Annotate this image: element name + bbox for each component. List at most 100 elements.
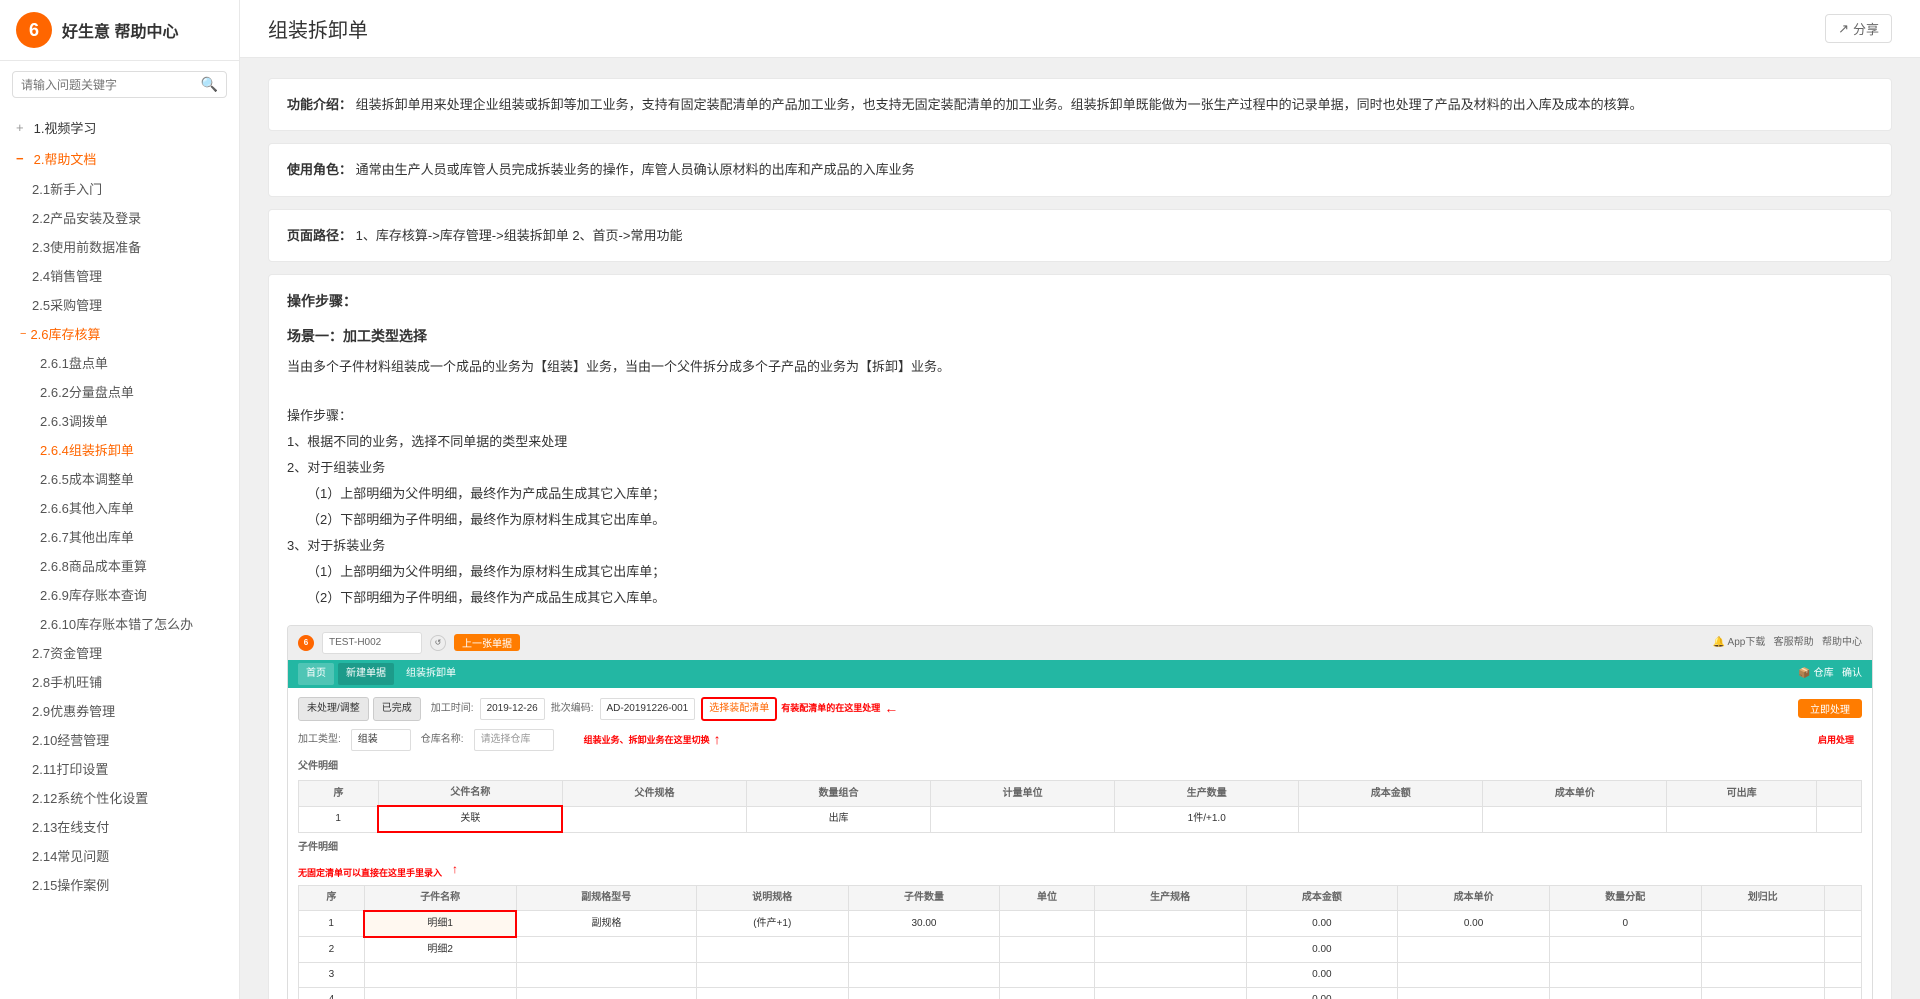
sidebar-item-stock-error[interactable]: 2.6.10库存账本错了怎么办 xyxy=(0,609,239,638)
mock-tab-done[interactable]: 已完成 xyxy=(373,697,421,721)
sidebar-header: 6 好生意 帮助中心 xyxy=(0,0,239,61)
mock-cth-name: 子件名称 xyxy=(364,885,516,911)
path-block: 页面路径： 1、库存核算->库存管理->组装拆卸单 2、首页->常用功能 xyxy=(268,209,1892,262)
sidebar-item-personalize[interactable]: 2.12系统个性化设置 xyxy=(0,783,239,812)
mock-url-bar: TEST-H002 xyxy=(322,632,422,654)
sidebar-item-sales[interactable]: 2.4销售管理 xyxy=(0,261,239,290)
mock-warehouse-input[interactable]: 请选择仓库 xyxy=(474,729,554,751)
annotation-2: 组装业务、拆卸业务在这里切换 xyxy=(584,732,710,748)
mock-cth-unit: 单位 xyxy=(1000,885,1094,911)
arrow-icon-4: ↑ xyxy=(452,859,458,881)
sidebar-item-coupon[interactable]: 2.9优惠券管理 xyxy=(0,696,239,725)
sidebar-item-cost-recalc[interactable]: 2.6.8商品成本重算 xyxy=(0,551,239,580)
mock-child-table-label: 子件明细 xyxy=(298,839,1862,857)
sidebar-item-adjust[interactable]: 2.6.3调拨单 xyxy=(0,406,239,435)
mock-tab-unprocessed[interactable]: 未处理/调整 xyxy=(298,697,369,721)
mock-cth-alloc: 数量分配 xyxy=(1549,885,1701,911)
mock-parent-row-1: 1 关联 出库 1件/+1.0 xyxy=(299,806,1862,832)
sidebar-item-help[interactable]: 2.帮助文档 xyxy=(0,143,239,174)
sidebar-item-other-in[interactable]: 2.6.6其他入库单 xyxy=(0,493,239,522)
mock-batch-input[interactable]: AD-20191226-001 xyxy=(600,698,696,720)
page-title: 组装拆卸单 xyxy=(268,14,368,43)
step2-2-text: （2）下部明细为子件明细，最终作为原材料生成其它出库单。 xyxy=(287,507,1873,533)
sidebar-item-other-out[interactable]: 2.6.7其他出库单 xyxy=(0,522,239,551)
content-area: 功能介绍： 组装拆卸单用来处理企业组装或拆卸等加工业务，支持有固定装配清单的产品… xyxy=(240,58,1920,999)
sidebar-item-assembly[interactable]: 2.6.4组装拆卸单 xyxy=(0,435,239,464)
sidebar-item-purchase[interactable]: 2.5采购管理 xyxy=(0,290,239,319)
step2-text: 2、对于组装业务 xyxy=(287,455,1873,481)
mock-td-avail xyxy=(1667,806,1816,832)
sidebar-item-mobile[interactable]: 2.8手机旺铺 xyxy=(0,667,239,696)
sidebar-item-cost-adjust[interactable]: 2.6.5成本调整单 xyxy=(0,464,239,493)
steps-block: 操作步骤： 场景一：加工类型选择 当由多个子件材料组装成一个成品的业务为【组装】… xyxy=(268,274,1892,999)
mock-nav-home[interactable]: 首页 xyxy=(298,663,334,685)
mock-prev-btn[interactable]: 上一张单据 xyxy=(454,634,520,651)
annotation-1: 有装配清单的在这里处理 xyxy=(781,700,880,716)
sidebar-item-stock-query[interactable]: 2.6.9库存账本查询 xyxy=(0,580,239,609)
mock-child-table: 序 子件名称 副规格型号 说明规格 子件数量 单位 生产规格 成本金额 成本单价 xyxy=(298,885,1862,999)
sidebar-item-video[interactable]: 1.视频学习 xyxy=(0,112,239,143)
sidebar-item-cases[interactable]: 2.15操作案例 xyxy=(0,870,239,899)
sidebar-item-finance[interactable]: 2.7资金管理 xyxy=(0,638,239,667)
mock-type-input[interactable]: 组装 xyxy=(351,729,411,751)
mock-parent-table-label: 父件明细 xyxy=(298,758,1862,776)
mock-child-row-1: 1 明细1 副规格 (件产+1) 30.00 0.00 0.00 0 xyxy=(299,911,1862,937)
sidebar-item-inventory-label: 2.6库存核算 xyxy=(30,324,100,343)
steps-label: 操作步骤： xyxy=(287,289,1873,314)
scenario1-desc: 当由多个子件材料组装成一个成品的业务为【组装】业务，当由一个父件拆分成多个子产品… xyxy=(287,354,1873,380)
mock-cth-no: 序 xyxy=(299,885,365,911)
mock-td-related[interactable]: 关联 xyxy=(378,806,562,832)
mock-cth-ops xyxy=(1824,885,1861,911)
search-icon[interactable]: 🔍 xyxy=(201,76,218,93)
share-icon: ↗ xyxy=(1838,21,1849,37)
mock-nav-new[interactable]: 新建单据 xyxy=(338,663,394,685)
search-input[interactable] xyxy=(21,78,201,92)
role-text: 通常由生产人员或库管人员完成拆装业务的操作，库管人员确认原材料的出库和产成品的入… xyxy=(356,162,915,177)
mock-ctd-name-1[interactable]: 明细1 xyxy=(364,911,516,937)
mock-td-cost-p xyxy=(1483,806,1667,832)
mock-refresh-icon[interactable]: ↺ xyxy=(430,635,446,651)
step3-text: 3、对于拆装业务 xyxy=(287,533,1873,559)
sidebar-item-video-label: 1.视频学习 xyxy=(34,118,97,137)
arrow-icon-1: ← xyxy=(884,696,898,721)
sidebar-item-help-label: 2.帮助文档 xyxy=(34,149,97,168)
sidebar-item-data-prep[interactable]: 2.3使用前数据准备 xyxy=(0,232,239,261)
mock-cth-prod: 生产规格 xyxy=(1094,885,1246,911)
sidebar-item-partial-stocktake[interactable]: 2.6.2分量盘点单 xyxy=(0,377,239,406)
mock-commit-btn[interactable]: 立即处理 xyxy=(1798,699,1862,718)
sidebar-item-install[interactable]: 2.2产品安装及登录 xyxy=(0,203,239,232)
mock-nav-right-icons: 📦 仓库 确认 xyxy=(1798,665,1862,683)
sidebar-item-operation[interactable]: 2.10经营管理 xyxy=(0,725,239,754)
mock-cth-spec: 说明规格 xyxy=(696,885,848,911)
mock-child-row-3: 30.00 xyxy=(299,962,1862,987)
mock-td-p-spec xyxy=(562,806,746,832)
mock-th-prod-qty: 生产数量 xyxy=(1115,781,1299,807)
mock-td-cost-a xyxy=(1299,806,1483,832)
logo-text: 好生意 帮助中心 xyxy=(62,18,178,42)
mock-parent-table: 序 父件名称 父件规格 数量组合 计量单位 生产数量 成本金额 成本单价 可出库 xyxy=(298,780,1862,833)
sidebar-item-stocktake[interactable]: 2.6.1盘点单 xyxy=(0,348,239,377)
mock-date-input[interactable]: 2019-12-26 xyxy=(480,698,545,720)
sidebar-item-new-user[interactable]: 2.1新手入门 xyxy=(0,174,239,203)
mock-th-parent-name: 父件名称 xyxy=(378,781,562,807)
mock-th-parent-spec: 父件规格 xyxy=(562,781,746,807)
mock-th-available: 可出库 xyxy=(1667,781,1816,807)
mock-assembly-btn[interactable]: 选择装配清单 xyxy=(701,697,777,721)
mock-nav-assembly[interactable]: 组装拆卸单 xyxy=(398,663,464,685)
annotation-4: 无固定清单可以直接在这里手里录入 xyxy=(298,865,442,881)
role-label: 使用角色： xyxy=(287,162,352,177)
mock-th-no: 序 xyxy=(299,781,379,807)
mock-child-row-2: 2 明细2 0.00 xyxy=(299,937,1862,963)
function-intro-block: 功能介绍： 组装拆卸单用来处理企业组装或拆卸等加工业务，支持有固定装配清单的产品… xyxy=(268,78,1892,131)
share-label: 分享 xyxy=(1853,19,1879,38)
sidebar-item-inventory[interactable]: − 2.6库存核算 xyxy=(0,319,239,348)
sidebar-item-print[interactable]: 2.11打印设置 xyxy=(0,754,239,783)
mock-td-seq: 1 xyxy=(299,806,379,832)
share-button[interactable]: ↗ 分享 xyxy=(1825,14,1892,43)
sidebar-item-faq[interactable]: 2.14常见问题 xyxy=(0,841,239,870)
steps-inner-label: 操作步骤： xyxy=(287,403,1873,429)
sidebar-item-online-pay[interactable]: 2.13在线支付 xyxy=(0,812,239,841)
mock-th-cost-price: 成本单价 xyxy=(1483,781,1667,807)
mock-td-unit xyxy=(931,806,1115,832)
mock-cth-sub-spec: 副规格型号 xyxy=(516,885,696,911)
